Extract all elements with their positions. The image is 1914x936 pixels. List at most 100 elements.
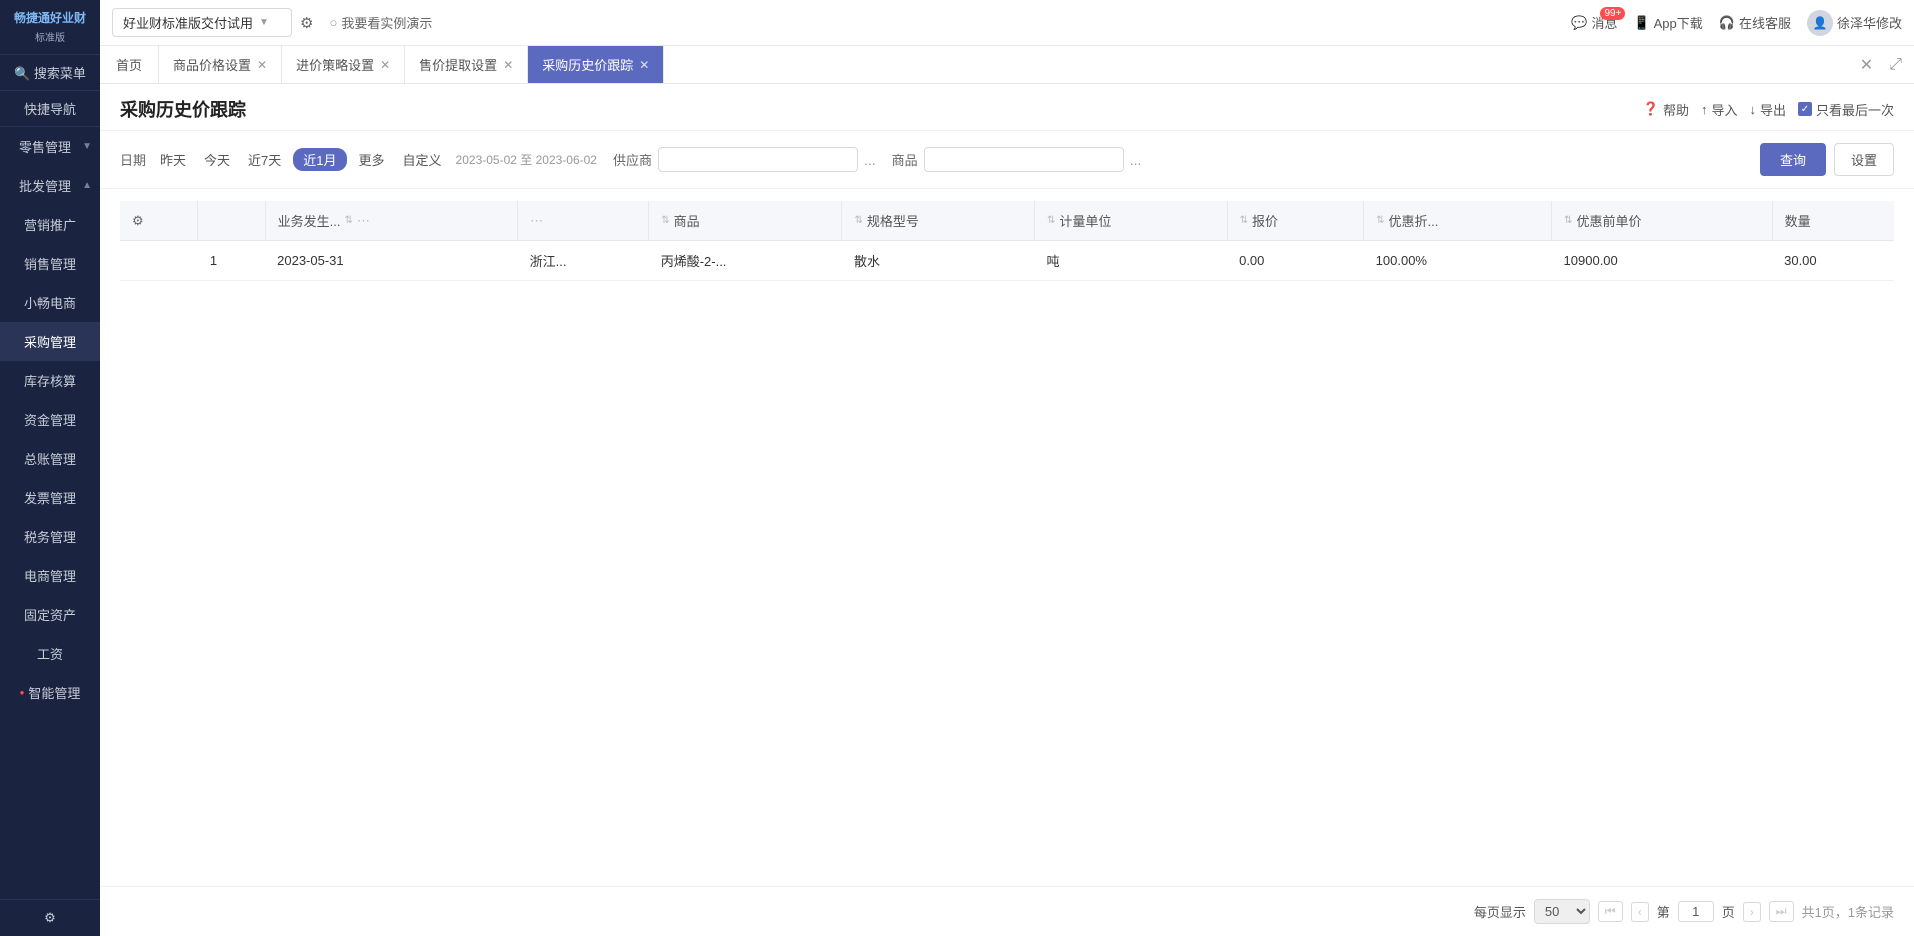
th-price[interactable]: ⇅ 报价 xyxy=(1227,201,1364,241)
sidebar-item-label-inventory: 库存核算 xyxy=(8,371,92,390)
page-prev-button[interactable]: ‹ xyxy=(1631,902,1649,922)
page-header: 采购历史价跟踪 ❓ 帮助 ↑ 导入 ↓ 导出 ✓ 只看最后一次 xyxy=(100,84,1914,131)
goods-more-icon[interactable]: ... xyxy=(1130,152,1142,168)
td-seq: 1 xyxy=(198,241,265,281)
chevron-down-icon: ▼ xyxy=(259,17,269,28)
date-opt-1month[interactable]: 近1月 xyxy=(293,148,346,171)
th-dots1[interactable]: ⋯ xyxy=(518,201,649,241)
page-last-button[interactable]: ⏭ xyxy=(1769,901,1794,922)
th-quantity-label: 数量 xyxy=(1785,214,1811,229)
date-opt-custom[interactable]: 自定义 xyxy=(397,148,448,171)
import-link[interactable]: ↑ 导入 xyxy=(1701,100,1738,119)
filter-buttons: 查询 设置 xyxy=(1760,143,1894,176)
sidebar-item-payroll[interactable]: 工资 xyxy=(0,634,100,673)
topbar-demo[interactable]: ○ 我要看实例演示 xyxy=(329,13,432,32)
sidebar-item-sales[interactable]: 销售管理 xyxy=(0,244,100,283)
td-unit: 吨 xyxy=(1035,241,1228,281)
tab-purchase-strategy-close[interactable]: ✕ xyxy=(380,58,390,72)
tab-purchase-history-close[interactable]: ✕ xyxy=(639,58,649,72)
tab-purchase-strategy[interactable]: 进价策略设置 ✕ xyxy=(282,46,405,83)
date-opt-7days[interactable]: 近7天 xyxy=(242,148,287,171)
sidebar-item-label-payroll: 工资 xyxy=(8,644,92,663)
th-goods[interactable]: ⇅ 商品 xyxy=(649,201,842,241)
topbar-online-service[interactable]: 🎧 在线客服 xyxy=(1719,13,1791,32)
sidebar-search[interactable]: 🔍 搜索菜单 xyxy=(0,55,100,91)
sidebar-item-finance[interactable]: 资金管理 xyxy=(0,400,100,439)
tab-purchase-history[interactable]: 采购历史价跟踪 ✕ xyxy=(528,46,664,83)
help-link[interactable]: ❓ 帮助 xyxy=(1643,100,1689,119)
filter-area: 日期 昨天 今天 近7天 近1月 更多 自定义 2023-05-02 至 202… xyxy=(100,131,1914,189)
column-more-icon[interactable]: ⋯ xyxy=(357,213,370,229)
tab-goods-price[interactable]: 商品价格设置 ✕ xyxy=(159,46,282,83)
supplier-more-icon[interactable]: ... xyxy=(864,152,876,168)
page-area: 采购历史价跟踪 ❓ 帮助 ↑ 导入 ↓ 导出 ✓ 只看最后一次 xyxy=(100,84,1914,936)
th-gear[interactable]: ⚙ xyxy=(120,201,198,241)
page-input[interactable] xyxy=(1678,901,1714,922)
tab-price-extract[interactable]: 售价提取设置 ✕ xyxy=(405,46,528,83)
sidebar-item-purchase[interactable]: 采购管理 xyxy=(0,322,100,361)
page-title: 采购历史价跟踪 xyxy=(120,96,246,122)
sidebar-item-smart[interactable]: ● 智能管理 xyxy=(0,673,100,712)
sidebar-item-marketing[interactable]: 营销推广 xyxy=(0,205,100,244)
last-only-checkbox[interactable]: ✓ 只看最后一次 xyxy=(1798,100,1894,119)
tab-expand-icon[interactable]: ⤢ xyxy=(1885,52,1906,78)
version-select[interactable]: 好业财标准版交付试用 ▼ xyxy=(112,8,292,37)
sidebar-item-label-invoice: 发票管理 xyxy=(8,488,92,507)
th-spec[interactable]: ⇅ 规格型号 xyxy=(842,201,1035,241)
avatar: 👤 xyxy=(1807,10,1833,36)
tab-close-window-icon[interactable]: ✕ xyxy=(1856,51,1877,79)
app-subtitle: 标准版 xyxy=(35,29,65,44)
tab-purchase-strategy-label: 进价策略设置 xyxy=(296,55,374,74)
sidebar-item-ledger[interactable]: 总账管理 xyxy=(0,439,100,478)
query-button[interactable]: 查询 xyxy=(1760,143,1826,176)
pagination-bar: 每页显示 50 100 200 ⏮ ‹ 第 页 › ⏭ 共1页，1条记录 xyxy=(100,886,1914,936)
dots-icon[interactable]: ⋯ xyxy=(530,213,543,228)
th-unit-label: 计量单位 xyxy=(1059,211,1111,230)
td-quantity: 30.00 xyxy=(1772,241,1894,281)
page-unit: 页 xyxy=(1722,902,1735,921)
date-opt-more[interactable]: 更多 xyxy=(353,148,391,171)
tab-goods-price-label: 商品价格设置 xyxy=(173,55,251,74)
page-header-actions: ❓ 帮助 ↑ 导入 ↓ 导出 ✓ 只看最后一次 xyxy=(1643,100,1894,119)
sidebar-item-ecommerce[interactable]: 电商管理 xyxy=(0,556,100,595)
sidebar-item-invoice[interactable]: 发票管理 xyxy=(0,478,100,517)
sidebar-item-wholesale[interactable]: 批发管理 ▲ xyxy=(0,166,100,205)
sidebar-item-tax[interactable]: 税务管理 xyxy=(0,517,100,556)
date-opt-today[interactable]: 今天 xyxy=(198,148,236,171)
sidebar-item-inventory[interactable]: 库存核算 xyxy=(0,361,100,400)
tab-goods-price-close[interactable]: ✕ xyxy=(257,58,267,72)
topbar-settings-icon[interactable]: ⚙ xyxy=(300,14,313,32)
export-link[interactable]: ↓ 导出 xyxy=(1749,100,1786,119)
th-pre-discount-price[interactable]: ⇅ 优惠前单价 xyxy=(1552,201,1773,241)
sidebar-item-assets[interactable]: 固定资产 xyxy=(0,595,100,634)
sidebar-item-ecommerce-small[interactable]: 小畅电商 xyxy=(0,283,100,322)
tab-price-extract-close[interactable]: ✕ xyxy=(503,58,513,72)
th-unit[interactable]: ⇅ 计量单位 xyxy=(1035,201,1228,241)
sidebar-quicknav[interactable]: 快捷导航 xyxy=(0,91,100,127)
tab-home[interactable]: 首页 xyxy=(100,46,159,83)
topbar-user[interactable]: 👤 徐泽华修改 xyxy=(1807,10,1902,36)
topbar-app-download[interactable]: 📱 App下载 xyxy=(1633,13,1702,32)
goods-input[interactable] xyxy=(924,147,1124,172)
page-next-button[interactable]: › xyxy=(1743,902,1761,922)
topbar-messages[interactable]: 💬 消息 99+ xyxy=(1571,13,1617,32)
td-spec: 散水 xyxy=(842,241,1035,281)
date-opt-yesterday[interactable]: 昨天 xyxy=(154,148,192,171)
settings-button[interactable]: 设置 xyxy=(1834,143,1894,176)
supplier-input[interactable] xyxy=(658,147,858,172)
sidebar: 畅捷通好业财 标准版 🔍 搜索菜单 快捷导航 零售管理 ▼ 批发管理 ▲ 营销推… xyxy=(0,0,100,936)
th-discount[interactable]: ⇅ 优惠折... xyxy=(1364,201,1552,241)
page-first-button[interactable]: ⏮ xyxy=(1598,901,1623,922)
gear-icon[interactable]: ⚙ xyxy=(132,213,144,228)
message-icon: 💬 xyxy=(1571,15,1587,31)
per-page-select[interactable]: 50 100 200 xyxy=(1534,899,1590,924)
main-content: 好业财标准版交付试用 ▼ ⚙ ○ 我要看实例演示 💬 消息 99+ 📱 App下… xyxy=(100,0,1914,936)
th-biz-date[interactable]: 业务发生... ⇅ ⋯ xyxy=(265,201,518,241)
sidebar-settings[interactable]: ⚙ xyxy=(0,899,100,936)
sidebar-item-label-wholesale: 批发管理 xyxy=(8,176,82,195)
search-label: 搜索菜单 xyxy=(34,66,86,81)
tabs-bar: 首页 商品价格设置 ✕ 进价策略设置 ✕ 售价提取设置 ✕ 采购历史价跟踪 ✕ … xyxy=(100,46,1914,84)
sidebar-item-retail[interactable]: 零售管理 ▼ xyxy=(0,127,100,166)
date-options: 昨天 今天 近7天 近1月 更多 自定义 xyxy=(154,148,448,171)
topbar-right: 💬 消息 99+ 📱 App下载 🎧 在线客服 👤 徐泽华修改 xyxy=(1571,10,1902,36)
